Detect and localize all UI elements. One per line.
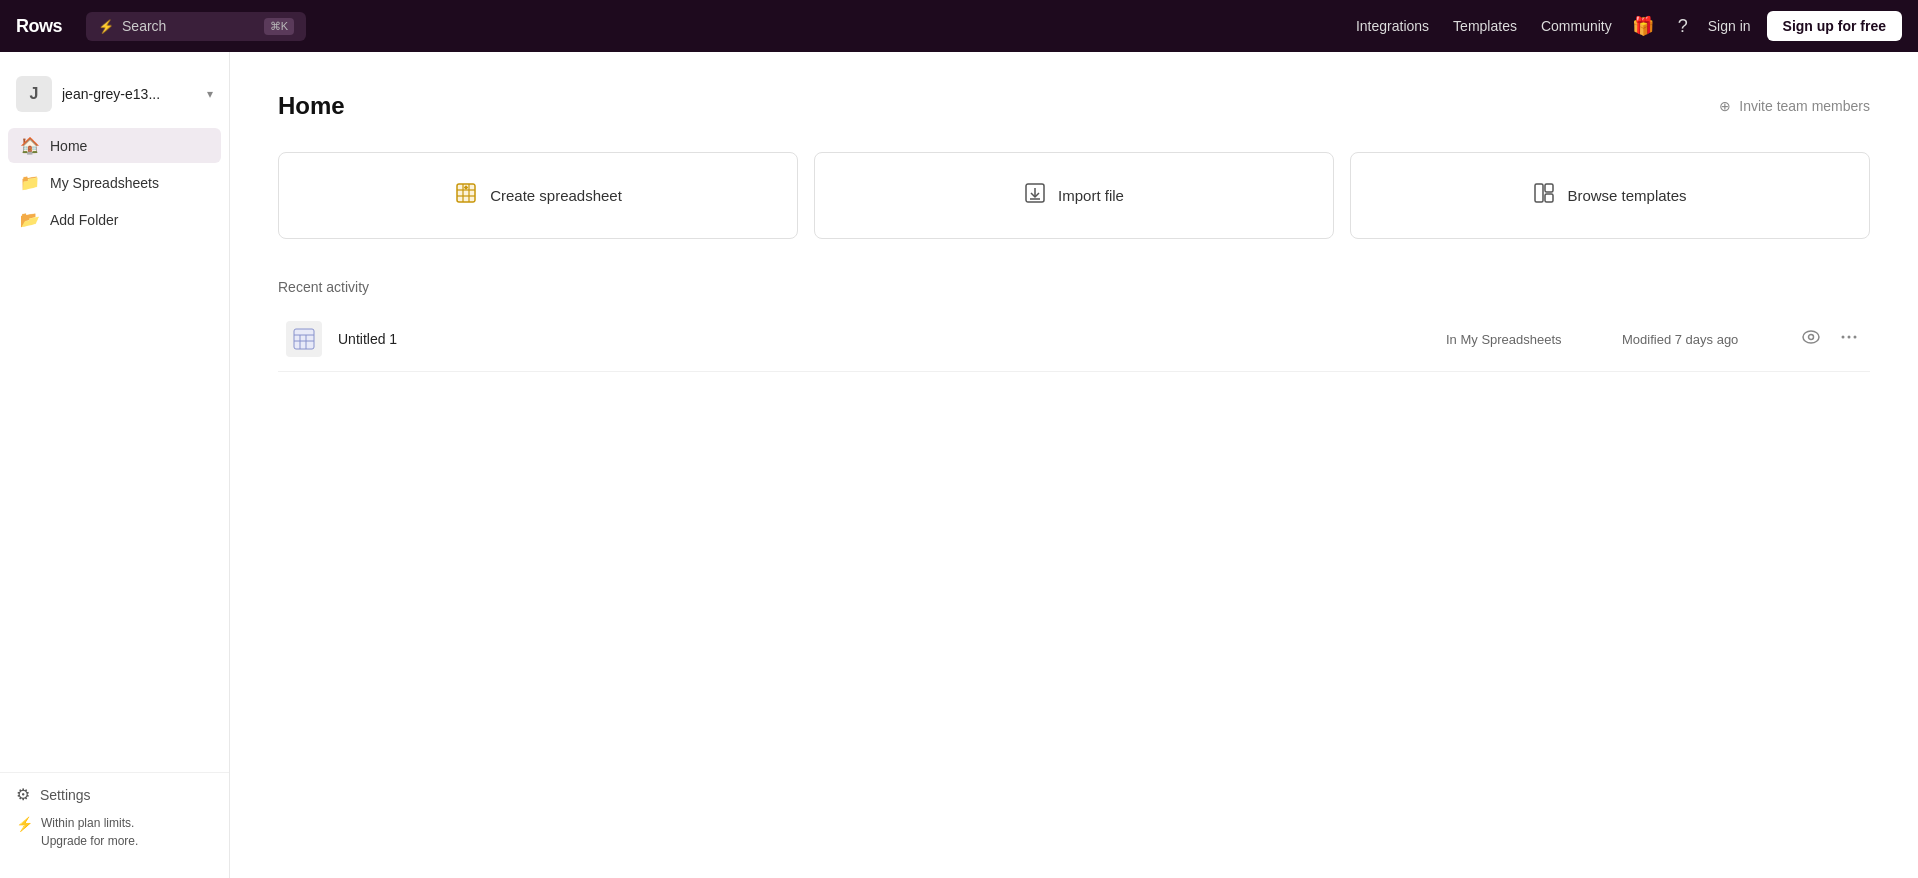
file-modified: Modified 7 days ago <box>1622 332 1782 347</box>
search-icon: ⚡ <box>98 19 114 34</box>
gift-icon[interactable]: 🎁 <box>1628 11 1658 41</box>
help-icon[interactable]: ? <box>1674 12 1692 41</box>
recent-label: Recent activity <box>278 279 1870 295</box>
home-icon: 🏠 <box>20 136 40 155</box>
more-options-button[interactable] <box>1836 324 1862 354</box>
svg-rect-12 <box>1545 184 1553 192</box>
settings-label: Settings <box>40 787 91 803</box>
sidebar-nav: 🏠 Home 📁 My Spreadsheets 📂 Add Folder <box>0 128 229 772</box>
browse-templates-label: Browse templates <box>1567 187 1686 204</box>
activity-list: Untitled 1 In My Spreadsheets Modified 7… <box>278 307 1870 372</box>
sidebar-item-home[interactable]: 🏠 Home <box>8 128 221 163</box>
svg-point-21 <box>1842 336 1845 339</box>
sidebar-item-label-home: Home <box>50 138 87 154</box>
recent-activity-section: Recent activity Untitled 1 In My Spreads… <box>278 279 1870 372</box>
sidebar: J jean-grey-e13... ▾ 🏠 Home 📁 My Spreads… <box>0 52 230 878</box>
search-box[interactable]: ⚡ Search ⌘K <box>86 12 306 41</box>
nav-templates[interactable]: Templates <box>1453 18 1517 34</box>
main-header: Home ⊕ Invite team members <box>278 92 1870 120</box>
preview-button[interactable] <box>1798 324 1824 354</box>
svg-rect-13 <box>1545 194 1553 202</box>
svg-point-19 <box>1803 331 1819 343</box>
sidebar-item-label-my-spreadsheets: My Spreadsheets <box>50 175 159 191</box>
invite-button[interactable]: ⊕ Invite team members <box>1719 98 1870 114</box>
signup-button[interactable]: Sign up for free <box>1767 11 1902 41</box>
page-title: Home <box>278 92 345 120</box>
create-spreadsheet-label: Create spreadsheet <box>490 187 622 204</box>
plan-line1: Within plan limits. <box>41 814 138 832</box>
import-file-card[interactable]: Import file <box>814 152 1334 239</box>
browse-templates-icon <box>1533 182 1555 209</box>
workspace-area[interactable]: J jean-grey-e13... ▾ <box>0 68 229 128</box>
import-file-label: Import file <box>1058 187 1124 204</box>
plan-line2: Upgrade for more. <box>41 832 138 850</box>
topnav: Rows ⚡ Search ⌘K Integrations Templates … <box>0 0 1918 52</box>
sidebar-item-label-add-folder: Add Folder <box>50 212 118 228</box>
nav-links: Integrations Templates Community <box>1356 18 1612 34</box>
invite-label: Invite team members <box>1739 98 1870 114</box>
signin-button[interactable]: Sign in <box>1708 18 1751 34</box>
chevron-down-icon[interactable]: ▾ <box>207 87 213 101</box>
nav-community[interactable]: Community <box>1541 18 1612 34</box>
main-content: Home ⊕ Invite team members <box>230 52 1918 878</box>
browse-templates-card[interactable]: Browse templates <box>1350 152 1870 239</box>
sidebar-item-add-folder[interactable]: 📂 Add Folder <box>8 202 221 237</box>
app-logo: Rows <box>16 16 62 37</box>
settings-item[interactable]: ⚙ Settings <box>16 785 213 804</box>
table-row: Untitled 1 In My Spreadsheets Modified 7… <box>278 307 1870 372</box>
nav-integrations[interactable]: Integrations <box>1356 18 1429 34</box>
sidebar-bottom: ⚙ Settings ⚡ Within plan limits. Upgrade… <box>0 772 229 862</box>
create-spreadsheet-icon <box>454 181 478 210</box>
avatar: J <box>16 76 52 112</box>
file-actions <box>1798 324 1862 354</box>
svg-point-20 <box>1809 335 1814 340</box>
file-name[interactable]: Untitled 1 <box>338 331 1430 347</box>
invite-icon: ⊕ <box>1719 98 1731 114</box>
bolt-icon: ⚡ <box>16 816 33 832</box>
file-location: In My Spreadsheets <box>1446 332 1606 347</box>
action-cards: Create spreadsheet Import file <box>278 152 1870 239</box>
svg-rect-11 <box>1535 184 1543 202</box>
plan-info: ⚡ Within plan limits. Upgrade for more. <box>16 814 213 850</box>
search-shortcut: ⌘K <box>264 18 294 35</box>
workspace-name: jean-grey-e13... <box>62 86 197 102</box>
file-grid-icon <box>286 321 322 357</box>
settings-icon: ⚙ <box>16 785 30 804</box>
import-file-icon <box>1024 182 1046 209</box>
svg-point-22 <box>1848 336 1851 339</box>
search-text: Search <box>122 18 256 34</box>
svg-rect-14 <box>294 329 314 349</box>
layout: J jean-grey-e13... ▾ 🏠 Home 📁 My Spreads… <box>0 0 1918 878</box>
create-spreadsheet-card[interactable]: Create spreadsheet <box>278 152 798 239</box>
add-folder-icon: 📂 <box>20 210 40 229</box>
svg-point-23 <box>1854 336 1857 339</box>
sidebar-item-my-spreadsheets[interactable]: 📁 My Spreadsheets <box>8 165 221 200</box>
folder-icon: 📁 <box>20 173 40 192</box>
